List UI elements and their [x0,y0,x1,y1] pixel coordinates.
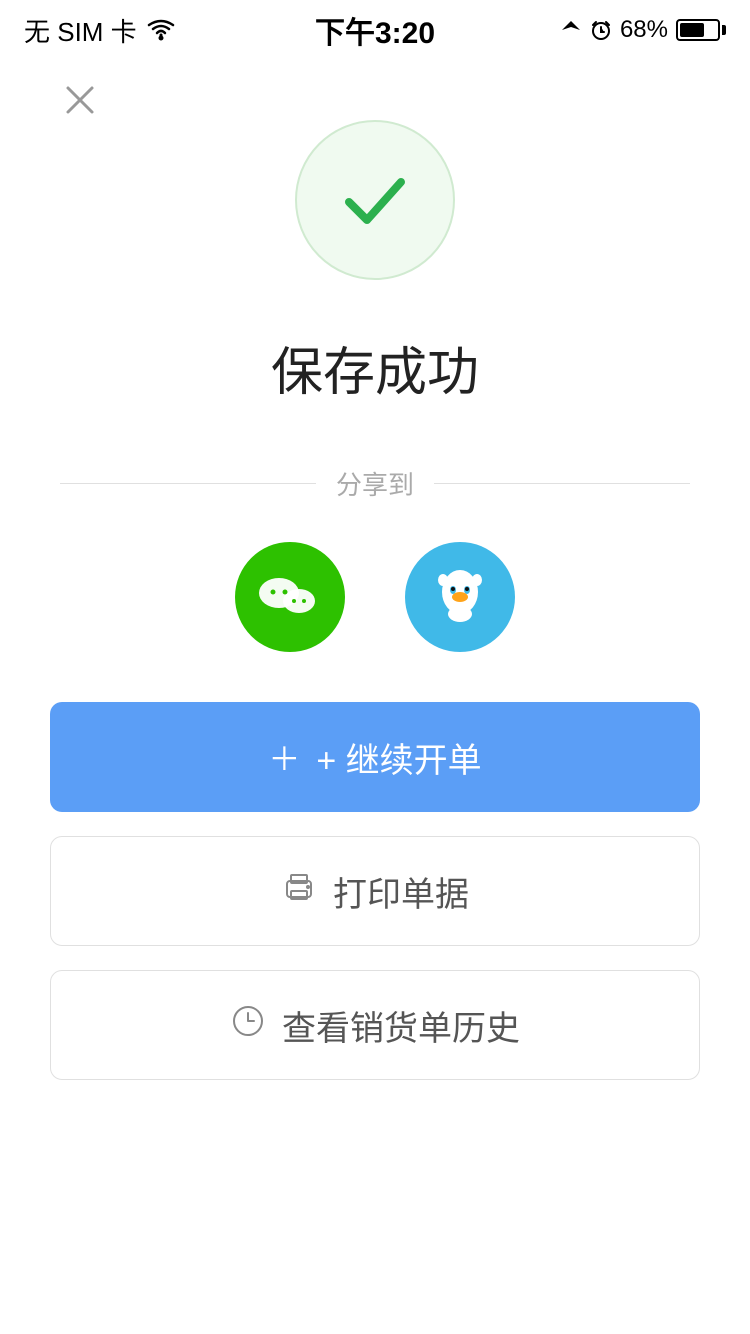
status-right: 68% [560,16,726,44]
share-divider-row: 分享到 [0,465,750,502]
print-button[interactable]: 打印单据 [50,836,700,946]
share-section: 分享到 [0,465,750,652]
history-button[interactable]: 查看销货单历史 [50,970,700,1080]
close-button[interactable] [50,70,110,130]
print-label: 打印单据 [333,867,469,916]
status-bar: 无 SIM 卡 下午3:20 68% [0,0,750,60]
checkmark-icon [335,160,415,240]
close-icon [62,82,98,118]
history-label: 查看销货单历史 [282,1001,520,1050]
battery-icon [676,19,726,41]
share-label: 分享到 [316,465,434,502]
qq-icon [425,562,495,632]
success-icon-circle [295,120,455,280]
share-qq-button[interactable] [405,542,515,652]
status-time: 下午3:20 [315,8,435,52]
status-left: 无 SIM 卡 [24,12,175,49]
wifi-icon [147,19,175,41]
action-buttons: ＋ + 继续开单 打印单据 查看销货单历 [0,702,750,1080]
continue-button[interactable]: ＋ + 继续开单 [50,702,700,812]
location-icon [560,19,582,41]
plus-icon: ＋ [268,734,300,780]
share-icons-row [235,542,515,652]
main-content: 保存成功 分享到 [0,60,750,1080]
continue-label: + 继续开单 [316,733,481,782]
share-wechat-button[interactable] [235,542,345,652]
divider-left [60,483,316,484]
no-sim-text: 无 SIM 卡 [24,12,137,49]
alarm-icon [590,19,612,41]
battery-percent: 68% [620,16,668,44]
print-icon [281,869,317,913]
success-title: 保存成功 [271,330,479,405]
divider-right [434,483,690,484]
wechat-icon [255,567,325,627]
clock-icon [230,1003,266,1047]
